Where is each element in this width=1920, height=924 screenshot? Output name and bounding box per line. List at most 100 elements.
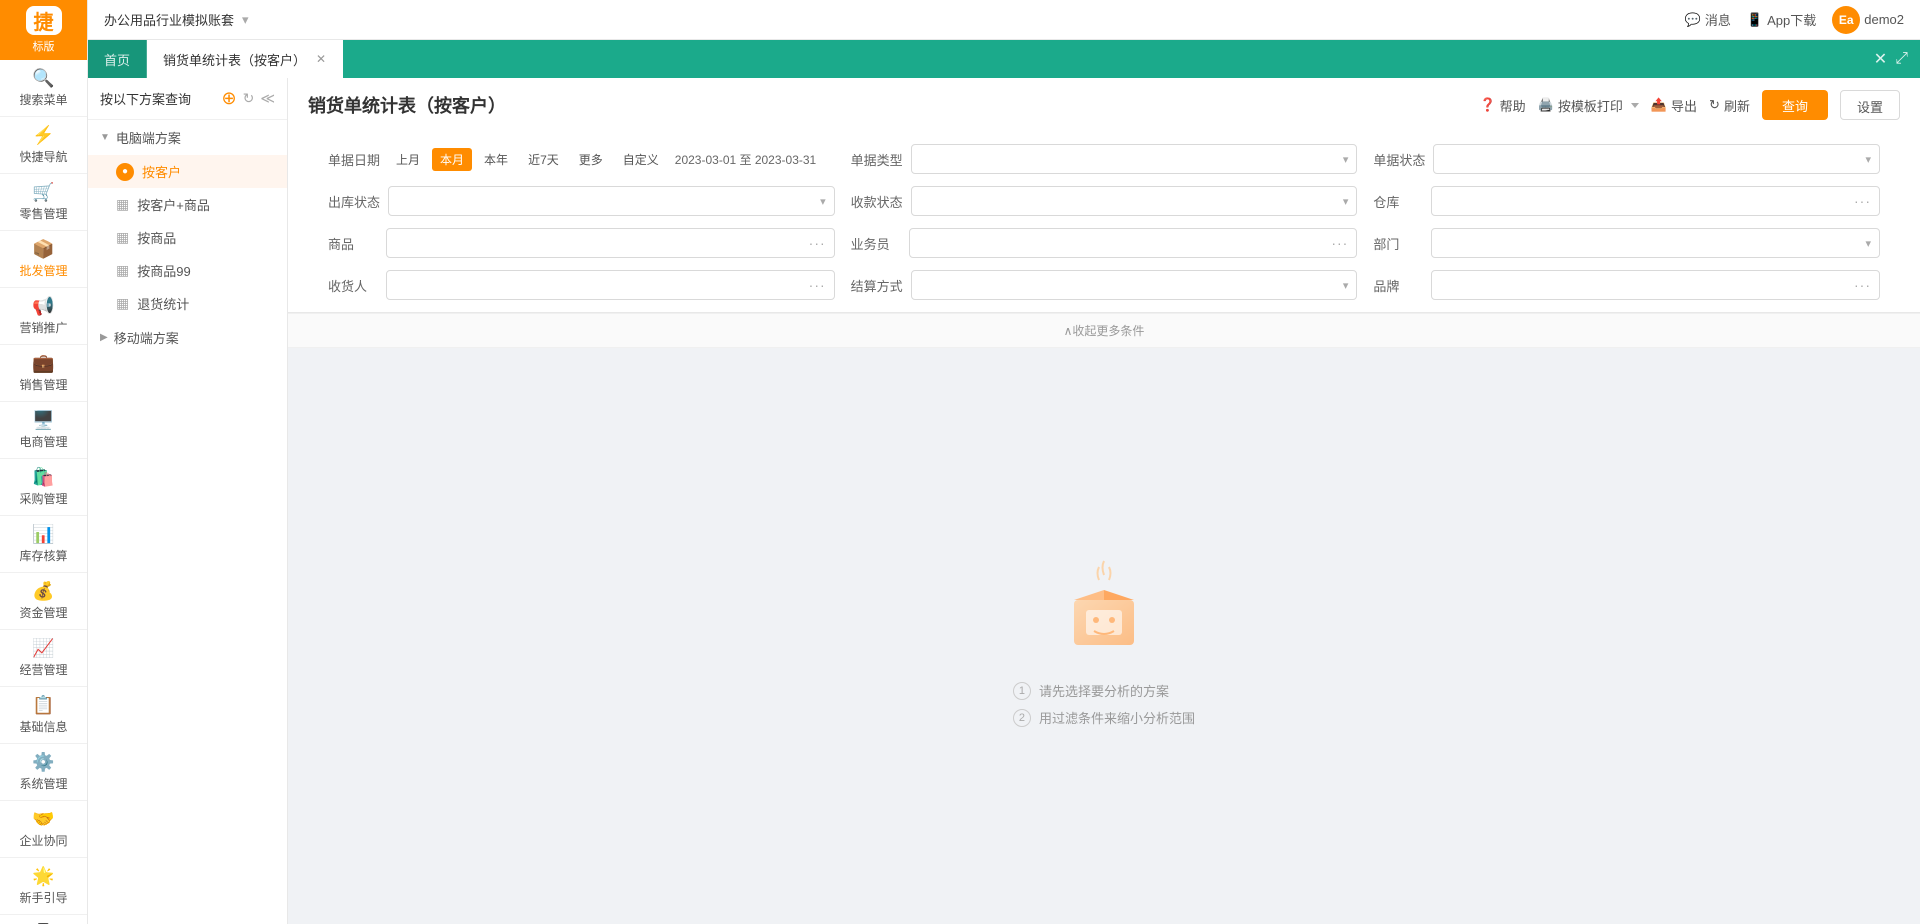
wholesale-icon: 📦 [32, 239, 54, 260]
collapse-scheme-icon[interactable]: ≪ [260, 90, 275, 107]
sidebar-item-purchase[interactable]: 🛍️ 采购管理 [0, 459, 87, 516]
sidebar-item-basic-info[interactable]: 📋 基础信息 [0, 687, 87, 744]
sidebar-item-sales-label: 销售管理 [19, 376, 67, 393]
settings-button[interactable]: 设置 [1840, 90, 1900, 120]
page-title: 销货单统计表（按客户） [308, 92, 506, 118]
salesperson-select[interactable]: ··· [909, 228, 1358, 258]
content-area: 按以下方案查询 ⊕ ↻ ≪ ▼ 电脑端方案 ● 按客户 ▦ 按客户+商品 ▦ [88, 78, 1920, 924]
scheme-item-by-product[interactable]: ▦ 按商品 [88, 221, 287, 254]
collapse-bar[interactable]: ∧ 收起更多条件 [288, 313, 1920, 348]
message-label: 消息 [1705, 10, 1731, 29]
sidebar-item-system[interactable]: ⚙️ 系统管理 [0, 744, 87, 801]
date-tab-this-month[interactable]: 本月 [432, 148, 472, 171]
settlement-select[interactable]: ▾ [911, 270, 1358, 300]
add-scheme-icon[interactable]: ⊕ [222, 88, 237, 109]
message-button[interactable]: 💬 消息 [1685, 10, 1731, 29]
date-tab-this-year[interactable]: 本年 [476, 148, 516, 171]
date-range: 2023-03-01 至 2023-03-31 [675, 151, 816, 168]
ecommerce-icon: 🖥️ [32, 410, 54, 431]
sidebar-item-marketing[interactable]: 📢 营销推广 [0, 288, 87, 345]
chart-icon-4: ▦ [116, 295, 129, 312]
department-select[interactable]: ▾ [1431, 228, 1880, 258]
order-status-select[interactable]: ▾ [1433, 144, 1880, 174]
empty-state: 1 请先选择要分析的方案 2 用过滤条件来缩小分析范围 [288, 348, 1920, 924]
marketing-icon: 📢 [32, 296, 54, 317]
scheme-group-mobile[interactable]: ▶ 移动端方案 [88, 320, 287, 355]
sidebar-item-cooperation[interactable]: 🤝 企业协同 [0, 801, 87, 858]
tab-sales-stat[interactable]: 销货单统计表（按客户） ✕ [147, 40, 343, 78]
salesperson-label: 业务员 [851, 234, 901, 253]
sidebar-item-ecommerce[interactable]: 🖥️ 电商管理 [0, 402, 87, 459]
date-tab-custom[interactable]: 自定义 [615, 148, 667, 171]
close-tab-button[interactable]: ✕ [316, 52, 326, 66]
warehouse-dots: ··· [1854, 193, 1871, 209]
sidebar-item-apps[interactable]: 📱 应用中心 [0, 915, 87, 924]
sidebar-item-wholesale[interactable]: 📦 批发管理 [0, 231, 87, 288]
scheme-item-by-product-99-label: 按商品99 [137, 261, 190, 280]
header-title: 办公用品行业模拟账套 [104, 10, 234, 29]
refresh-scheme-icon[interactable]: ↻ [243, 90, 255, 107]
system-icon: ⚙️ [32, 752, 54, 773]
scheme-item-return-stat-label: 退货统计 [137, 294, 189, 313]
out-status-select[interactable]: ▾ [388, 186, 835, 216]
sidebar-item-search[interactable]: 🔍 搜索菜单 [0, 60, 87, 117]
receive-status-caret: ▾ [1343, 195, 1349, 208]
tab-home[interactable]: 首页 [88, 40, 147, 78]
app-download-icon: 📱 [1747, 12, 1763, 28]
date-filter: 单据日期 上月 本月 本年 近7天 更多 自定义 2023-03-01 至 20… [328, 148, 835, 171]
filter-item-order-status: 单据状态 ▾ [1373, 144, 1880, 174]
print-label: 按模板打印 [1558, 96, 1623, 115]
desktop-group-label: 电脑端方案 [116, 128, 181, 147]
refresh-label: 刷新 [1724, 96, 1750, 115]
tab-expand-icon[interactable]: ⤢ [1895, 50, 1908, 68]
date-tab-last-month[interactable]: 上月 [388, 148, 428, 171]
receiver-select[interactable]: ··· [386, 270, 835, 300]
sidebar-item-finance[interactable]: 💰 资金管理 [0, 573, 87, 630]
sidebar-item-management-label: 经营管理 [19, 661, 67, 678]
scheme-item-by-product-99[interactable]: ▦ 按商品99 [88, 254, 287, 287]
date-tab-7days[interactable]: 近7天 [520, 148, 567, 171]
order-type-caret: ▾ [1343, 153, 1349, 166]
sidebar-item-inventory[interactable]: 📊 库存核算 [0, 516, 87, 573]
scheme-panel: 按以下方案查询 ⊕ ↻ ≪ ▼ 电脑端方案 ● 按客户 ▦ 按客户+商品 ▦ [88, 78, 288, 924]
query-button[interactable]: 查询 [1762, 90, 1828, 120]
header-dropdown-icon[interactable]: ▾ [242, 12, 249, 28]
tab-close-all-icon[interactable]: ✕ [1874, 49, 1887, 69]
scheme-item-return-stat[interactable]: ▦ 退货统计 [88, 287, 287, 320]
sidebar-item-sales[interactable]: 💼 销售管理 [0, 345, 87, 402]
filter-item-salesperson: 业务员 ··· [851, 228, 1358, 258]
department-caret: ▾ [1865, 237, 1871, 250]
receiver-dots: ··· [809, 277, 826, 293]
settlement-caret: ▾ [1343, 279, 1349, 292]
warehouse-select[interactable]: ··· [1431, 186, 1880, 216]
refresh-button[interactable]: ↻ 刷新 [1709, 96, 1750, 115]
desktop-group-arrow: ▼ [100, 132, 110, 143]
app-download-button[interactable]: 📱 App下载 [1747, 10, 1816, 29]
sidebar-item-quick-nav[interactable]: ⚡ 快捷导航 [0, 117, 87, 174]
scheme-group-desktop[interactable]: ▼ 电脑端方案 [88, 120, 287, 155]
print-button[interactable]: 🖨️ 按模板打印 [1538, 96, 1639, 115]
print-icon: 🖨️ [1538, 97, 1554, 113]
scheme-item-customer-product[interactable]: ▦ 按客户+商品 [88, 188, 287, 221]
retail-icon: 🛒 [32, 182, 54, 203]
sidebar-item-management[interactable]: 📈 经营管理 [0, 630, 87, 687]
filter-row-3: 商品 ··· 业务员 ··· [328, 228, 1880, 258]
filter-row-1: 单据日期 上月 本月 本年 近7天 更多 自定义 2023-03-01 至 20… [328, 144, 1880, 174]
sidebar-item-guide[interactable]: 🌟 新手引导 [0, 858, 87, 915]
help-button[interactable]: ❓ 帮助 [1479, 96, 1525, 115]
sidebar-item-retail[interactable]: 🛒 零售管理 [0, 174, 87, 231]
scheme-item-by-customer[interactable]: ● 按客户 [88, 155, 287, 188]
sidebar-item-ecommerce-label: 电商管理 [19, 433, 67, 450]
date-tab-more[interactable]: 更多 [571, 148, 611, 171]
product-select[interactable]: ··· [386, 228, 835, 258]
management-icon: 📈 [32, 638, 54, 659]
receive-status-select[interactable]: ▾ [911, 186, 1358, 216]
brand-select[interactable]: ··· [1431, 270, 1880, 300]
tip-num-1: 1 [1013, 682, 1031, 700]
tab-bar: 首页 销货单统计表（按客户） ✕ ✕ ⤢ [88, 40, 1920, 78]
user-profile[interactable]: Ea demo2 [1832, 6, 1904, 34]
logo-icon: 捷 [26, 6, 62, 35]
export-button[interactable]: 📤 导出 [1651, 96, 1697, 115]
main-area: 办公用品行业模拟账套 ▾ 💬 消息 📱 App下载 Ea demo2 首页 销货… [88, 0, 1920, 924]
order-type-select[interactable]: ▾ [911, 144, 1358, 174]
